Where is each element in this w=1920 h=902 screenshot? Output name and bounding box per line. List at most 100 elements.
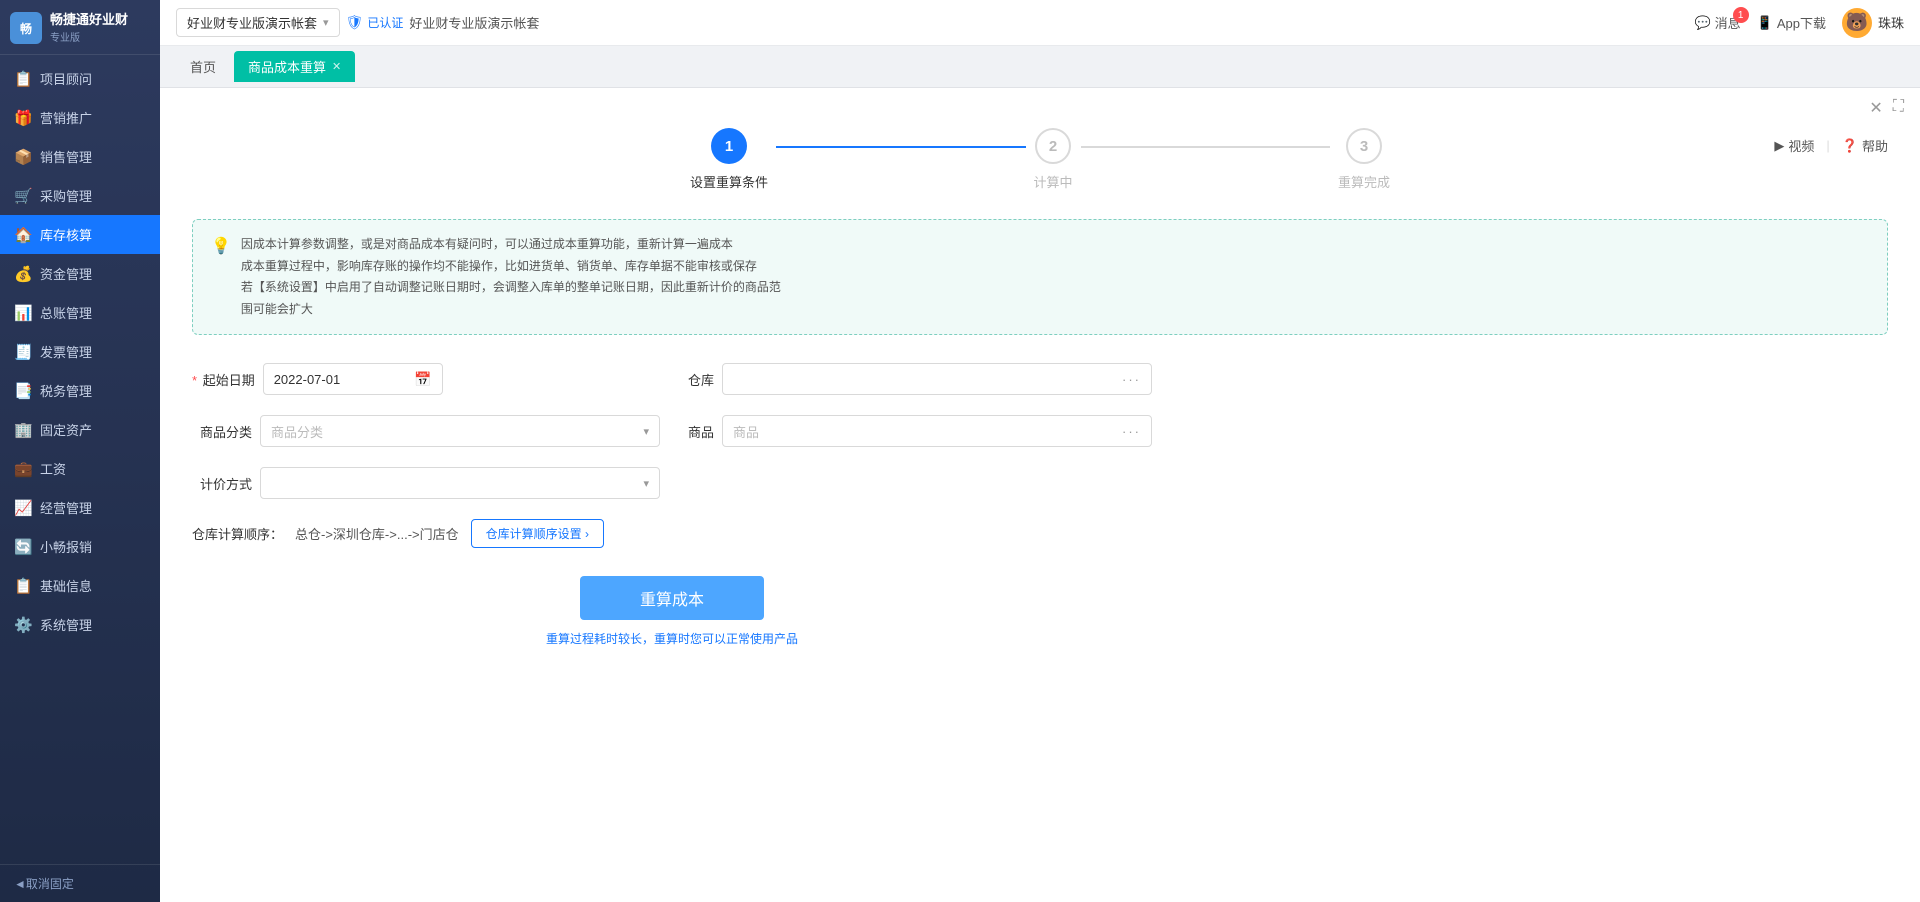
pricing-input[interactable]: ▾ (260, 467, 660, 499)
help-action[interactable]: ❓ 帮助 (1842, 136, 1888, 155)
sidebar-item-sales[interactable]: 📦 销售管理 (0, 137, 160, 176)
tabbar: 首页 商品成本重算 ✕ (160, 46, 1920, 88)
sidebar-header: 畅 畅捷通好业财 专业版 (0, 0, 160, 55)
form-row-3: 计价方式 ▾ (192, 467, 1152, 499)
sidebar-item-project[interactable]: 📋 项目顾问 (0, 59, 160, 98)
avatar: 🐻 (1842, 8, 1872, 38)
sidebar-item-expense[interactable]: 🔄 小畅报销 (0, 527, 160, 566)
recalc-section: 重算成本 重算过程耗时较长，重算时您可以正常使用产品 (192, 576, 1152, 647)
tax-icon: 📑 (14, 382, 32, 400)
sidebar-item-basic[interactable]: 📋 基础信息 (0, 566, 160, 605)
message-badge: 1 (1733, 7, 1749, 23)
dots-icon: ··· (1122, 372, 1141, 387)
sidebar-item-finance[interactable]: 💰 资金管理 (0, 254, 160, 293)
expense-icon: 🔄 (14, 538, 32, 556)
marketing-icon: 🎁 (14, 109, 32, 127)
pricing-chevron-icon: ▾ (643, 477, 649, 490)
message-icon: 💬 (1694, 15, 1710, 31)
message-action[interactable]: 💬 消息 1 (1694, 13, 1740, 32)
sidebar-logo: 畅 (10, 12, 42, 44)
sidebar-item-assets[interactable]: 🏢 固定资产 (0, 410, 160, 449)
sidebar-item-label: 采购管理 (40, 186, 92, 205)
category-chevron-icon: ▾ (643, 425, 649, 438)
category-input[interactable]: 商品分类 ▾ (260, 415, 660, 447)
step-help: ▶ 视频 | ❓ 帮助 (1774, 136, 1888, 155)
step-1: 1 设置重算条件 (690, 128, 768, 191)
sidebar-item-label: 系统管理 (40, 615, 92, 634)
system-icon: ⚙️ (14, 616, 32, 634)
verified-icon: 🛡 (346, 14, 364, 31)
sidebar-item-label: 基础信息 (40, 576, 92, 595)
sidebar-item-label: 总账管理 (40, 303, 92, 322)
finance-icon: 💰 (14, 265, 32, 283)
close-window-icon[interactable]: ✕ (1869, 98, 1882, 118)
step-2-circle: 2 (1035, 128, 1071, 164)
sidebar-item-label: 经营管理 (40, 498, 92, 517)
warehouse-input[interactable]: ··· (722, 363, 1152, 395)
warehouse-order-value: 总仓->深圳仓库->...->门店仓 (295, 524, 459, 543)
sidebar-item-purchase[interactable]: 🛒 采购管理 (0, 176, 160, 215)
sidebar-item-inventory[interactable]: 🏠 库存核算 (0, 215, 160, 254)
verified-badge: 🛡 已认证 (346, 14, 404, 31)
sidebar-item-ledger[interactable]: 📊 总账管理 (0, 293, 160, 332)
account-selector[interactable]: 好业财专业版演示帐套 ▾ (176, 8, 340, 37)
ledger-icon: 📊 (14, 304, 32, 322)
sidebar-item-label: 资金管理 (40, 264, 92, 283)
tab-home-label: 首页 (190, 57, 216, 76)
recalc-button[interactable]: 重算成本 (580, 576, 764, 620)
user-name: 珠珠 (1878, 13, 1904, 32)
sidebar-item-invoice[interactable]: 🧾 发票管理 (0, 332, 160, 371)
tab-close-icon[interactable]: ✕ (332, 60, 341, 73)
sidebar-item-marketing[interactable]: 🎁 营销推广 (0, 98, 160, 137)
goods-group: 商品 商品 ··· (684, 415, 1152, 447)
step-3-label: 重算完成 (1338, 172, 1390, 191)
basic-icon: 📋 (14, 577, 32, 595)
sidebar-footer[interactable]: ◄取消固定 (0, 864, 160, 902)
warehouse-order-btn[interactable]: 仓库计算顺序设置 › (471, 519, 604, 548)
step-1-circle: 1 (711, 128, 747, 164)
info-text: 因成本计算参数调整，或是对商品成本有疑问时，可以通过成本重算功能，重新计算一遍成… (241, 234, 781, 320)
project-icon: 📋 (14, 70, 32, 88)
app-download-action[interactable]: 📱 App下载 (1757, 13, 1826, 32)
sidebar: 畅 畅捷通好业财 专业版 📋 项目顾问 🎁 营销推广 📦 销售管理 🛒 采购管理… (0, 0, 160, 902)
verified-text: 已认证 (367, 14, 403, 31)
account-chevron-icon: ▾ (323, 16, 329, 29)
app-download-label: App下载 (1777, 13, 1826, 32)
sidebar-item-label: 税务管理 (40, 381, 92, 400)
start-date-input[interactable]: 2022-07-01 📅 (263, 363, 443, 395)
goods-input[interactable]: 商品 ··· (722, 415, 1152, 447)
tab-recalc-label: 商品成本重算 (248, 57, 326, 76)
topbar: 好业财专业版演示帐套 ▾ 🛡 已认证 好业财专业版演示帐套 💬 消息 1 📱 A… (160, 0, 1920, 46)
topbar-right: 💬 消息 1 📱 App下载 🐻 珠珠 (1694, 8, 1904, 38)
required-star: * (192, 373, 197, 388)
goods-label: 商品 (684, 422, 714, 441)
invoice-icon: 🧾 (14, 343, 32, 361)
sidebar-item-label: 固定资产 (40, 420, 92, 439)
sidebar-item-tax[interactable]: 📑 税务管理 (0, 371, 160, 410)
expand-window-icon[interactable]: ⛶ (1893, 98, 1904, 118)
category-label: 商品分类 (192, 422, 252, 441)
sidebar-item-label: 项目顾问 (40, 69, 92, 88)
warehouse-label: 仓库 (684, 370, 714, 389)
video-help[interactable]: ▶ 视频 (1774, 136, 1814, 155)
sidebar-title: 畅捷通好业财 (50, 12, 128, 29)
step-1-label: 设置重算条件 (690, 172, 768, 191)
tab-recalc[interactable]: 商品成本重算 ✕ (234, 51, 355, 82)
warehouse-order-label: 仓库计算顺序： (192, 524, 283, 543)
window-controls: ✕ ⛶ (1869, 98, 1904, 118)
sidebar-item-wages[interactable]: 💼 工资 (0, 449, 160, 488)
user-action[interactable]: 🐻 珠珠 (1842, 8, 1904, 38)
form-section: * 起始日期 2022-07-01 📅 仓库 ··· (192, 363, 1152, 647)
content-area: ✕ ⛶ 1 设置重算条件 2 计算中 (160, 88, 1920, 902)
pricing-label: 计价方式 (192, 474, 252, 493)
tab-home[interactable]: 首页 (176, 51, 230, 82)
sidebar-item-ops[interactable]: 📈 经营管理 (0, 488, 160, 527)
goods-placeholder: 商品 (733, 422, 1122, 441)
ops-icon: 📈 (14, 499, 32, 517)
topbar-left: 好业财专业版演示帐套 ▾ 🛡 已认证 好业财专业版演示帐套 (176, 8, 1684, 37)
calendar-icon[interactable]: 📅 (414, 371, 431, 388)
sidebar-item-system[interactable]: ⚙️ 系统管理 (0, 605, 160, 644)
step-2: 2 计算中 (1034, 128, 1073, 191)
assets-icon: 🏢 (14, 421, 32, 439)
start-date-label: * 起始日期 (192, 370, 255, 389)
